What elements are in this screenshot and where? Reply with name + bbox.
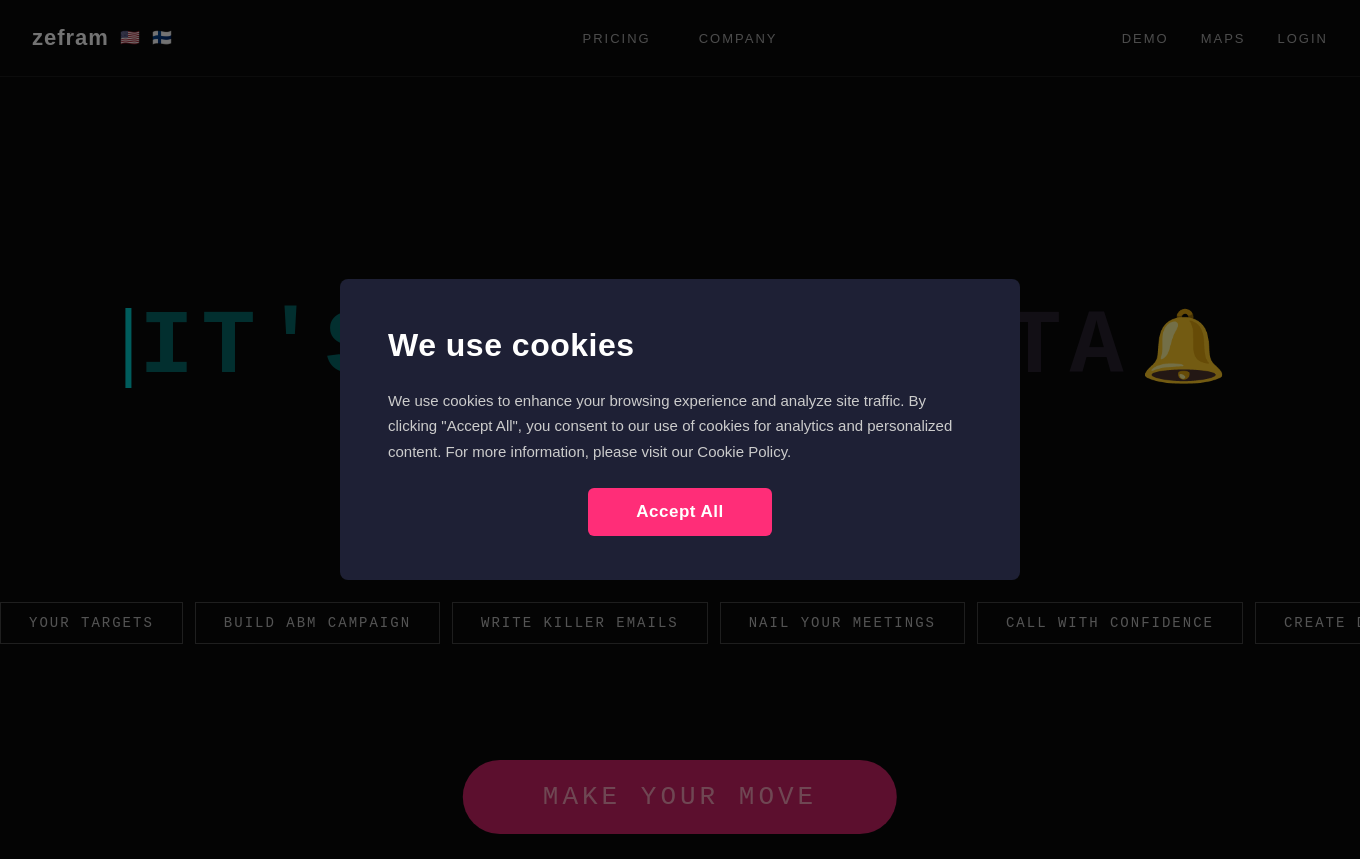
cookie-overlay: We use cookies We use cookies to enhance… <box>0 0 1360 859</box>
cookie-title: We use cookies <box>388 327 972 364</box>
cookie-dialog: We use cookies We use cookies to enhance… <box>340 279 1020 581</box>
accept-all-button[interactable]: Accept All <box>588 488 772 536</box>
cookie-body: We use cookies to enhance your browsing … <box>388 388 972 465</box>
